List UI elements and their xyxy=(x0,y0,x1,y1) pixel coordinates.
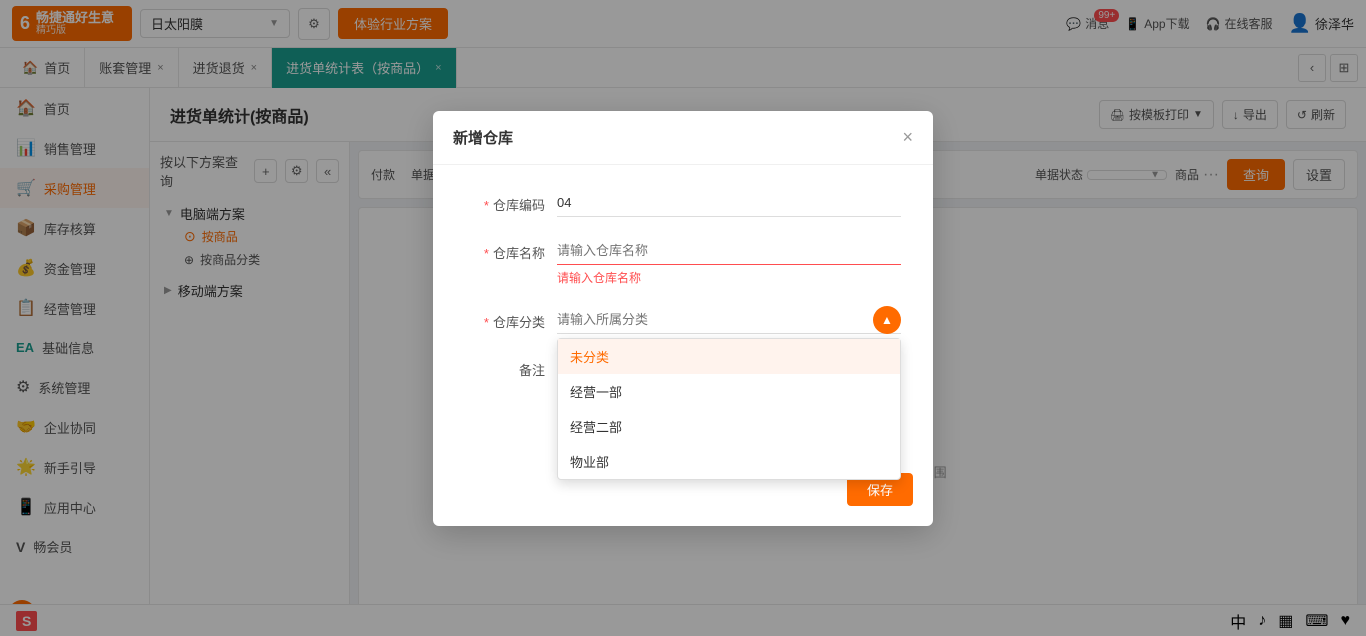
form-row-category: 仓库分类 ▲ 未分类 经营一部 经营二部 物业部 xyxy=(465,306,901,334)
name-wrap: 请输入仓库名称 xyxy=(557,237,901,286)
category-toggle-button[interactable]: ▲ xyxy=(873,306,901,334)
form-row-code: 仓库编码 xyxy=(465,189,901,217)
code-label: 仓库编码 xyxy=(465,189,545,214)
category-dropdown-list: 未分类 经营一部 经营二部 物业部 xyxy=(557,338,901,480)
name-input[interactable] xyxy=(557,237,901,265)
new-warehouse-modal: 新增仓库 × 仓库编码 仓库名称 请输入仓库名称 仓库分类 xyxy=(433,111,933,526)
form-row-name: 仓库名称 请输入仓库名称 xyxy=(465,237,901,286)
dropdown-option-property[interactable]: 物业部 xyxy=(558,444,900,479)
modal-overlay: 新增仓库 × 仓库编码 仓库名称 请输入仓库名称 仓库分类 xyxy=(0,0,1366,636)
modal-body: 仓库编码 仓库名称 请输入仓库名称 仓库分类 ▲ xyxy=(433,165,933,461)
dropdown-option-dept2[interactable]: 经营二部 xyxy=(558,409,900,444)
modal-header: 新增仓库 × xyxy=(433,111,933,165)
category-wrap: ▲ 未分类 经营一部 经营二部 物业部 xyxy=(557,306,901,334)
modal-title: 新增仓库 xyxy=(453,127,513,148)
code-wrap xyxy=(557,189,901,217)
category-label: 仓库分类 xyxy=(465,306,545,331)
name-error: 请输入仓库名称 xyxy=(557,269,901,286)
note-label: 备注 xyxy=(465,354,545,379)
dropdown-option-uncategorized[interactable]: 未分类 xyxy=(558,339,900,374)
code-input[interactable] xyxy=(557,189,901,217)
dropdown-option-dept1[interactable]: 经营一部 xyxy=(558,374,900,409)
category-input[interactable] xyxy=(557,306,901,334)
name-label: 仓库名称 xyxy=(465,237,545,262)
modal-close-button[interactable]: × xyxy=(902,128,913,146)
